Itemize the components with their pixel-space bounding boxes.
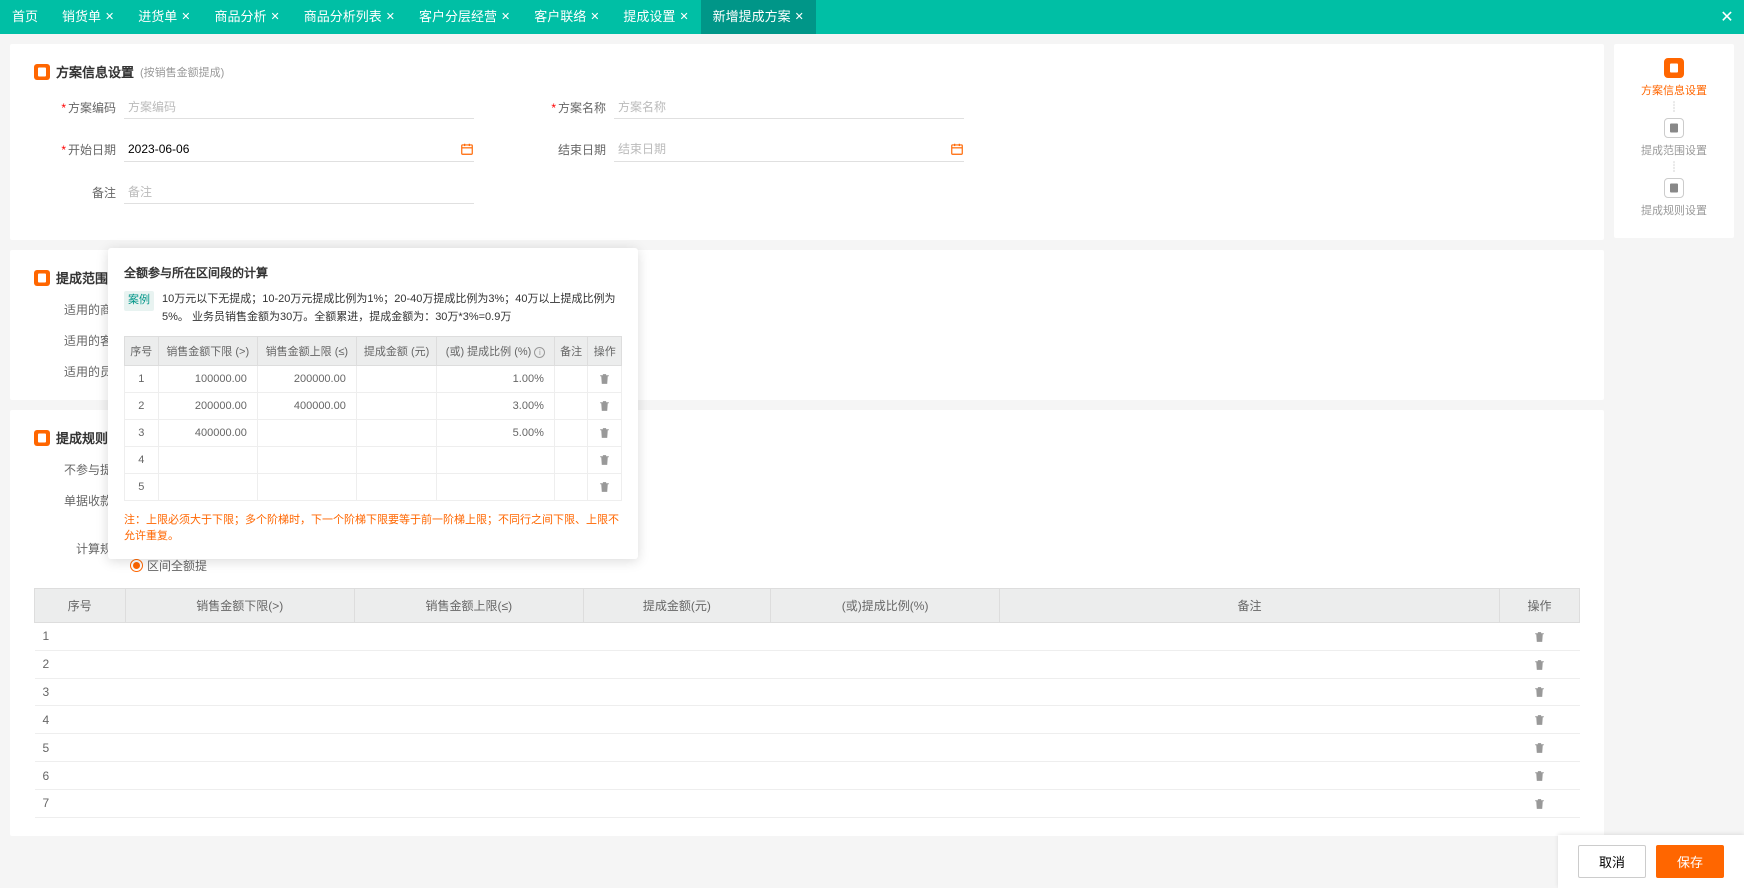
code-label: *方案编码 [34, 99, 124, 116]
delete-icon[interactable] [598, 399, 611, 413]
side-step-2[interactable]: 提成规则设置 [1620, 178, 1728, 218]
tt-row: 1100000.00200000.001.00% [125, 366, 622, 393]
tab-进货单[interactable]: 进货单✕ [126, 0, 202, 34]
delete-icon[interactable] [598, 372, 611, 386]
end-date-label: 结束日期 [524, 141, 614, 158]
table-row[interactable]: 3 [35, 678, 1580, 706]
example-tag: 案例 [124, 291, 154, 311]
side-step-1[interactable]: 提成范围设置 [1620, 118, 1728, 158]
col-header: 备注 [1000, 589, 1500, 623]
tab-close-icon[interactable]: ✕ [386, 0, 395, 34]
nav-icon [1668, 122, 1680, 134]
code-input[interactable] [124, 95, 474, 119]
delete-icon[interactable] [1533, 713, 1546, 727]
delete-icon[interactable] [1533, 769, 1546, 783]
nav-icon [1668, 62, 1680, 74]
table-row[interactable]: 2 [35, 650, 1580, 678]
section-plan-info: 方案信息设置 (按销售金额提成) *方案编码 *方案名称 *开始日期 [10, 44, 1604, 240]
tooltip-table: 序号销售金额下限 (>)销售金额上限 (≤)提成金额 (元)(或) 提成比例 (… [124, 336, 622, 501]
col-header: (或)提成比例(%) [771, 589, 1000, 623]
tab-客户分层经营[interactable]: 客户分层经营✕ [407, 0, 522, 34]
tab-商品分析列表[interactable]: 商品分析列表✕ [292, 0, 407, 34]
section-icon [34, 64, 50, 80]
tt-col-header: 序号 [125, 337, 159, 366]
tt-col-header: 提成金额 (元) [356, 337, 437, 366]
side-nav: 方案信息设置┊提成范围设置┊提成规则设置 [1614, 44, 1734, 238]
section-icon [34, 270, 50, 286]
end-date-input[interactable] [614, 137, 950, 161]
tt-row: 4 [125, 447, 622, 474]
delete-icon[interactable] [1533, 797, 1546, 811]
section-title: 方案信息设置 [56, 62, 134, 81]
remark-input[interactable] [124, 180, 474, 204]
tab-新增提成方案[interactable]: 新增提成方案✕ [701, 0, 816, 34]
table-row[interactable]: 7 [35, 789, 1580, 817]
info-icon[interactable]: i [534, 347, 545, 358]
tab-close-icon[interactable]: ✕ [679, 0, 688, 34]
col-header: 提成金额(元) [583, 589, 771, 623]
cancel-button[interactable]: 取消 [1578, 845, 1646, 878]
tt-row: 2200000.00400000.003.00% [125, 393, 622, 420]
tt-col-header: (或) 提成比例 (%) i [437, 337, 555, 366]
col-header: 操作 [1500, 589, 1580, 623]
section-subtitle: (按销售金额提成) [140, 64, 224, 80]
tab-close-icon[interactable]: ✕ [501, 0, 510, 34]
delete-icon[interactable] [1533, 741, 1546, 755]
tt-col-header: 备注 [554, 337, 588, 366]
tt-col-header: 销售金额下限 (>) [158, 337, 257, 366]
example-tooltip: 全额参与所在区间段的计算 案例 10万元以下无提成；10-20万元提成比例为1%… [108, 248, 638, 559]
tooltip-note: 注：上限必须大于下限；多个阶梯时，下一个阶梯下限要等于前一阶梯上限；不同行之间下… [124, 511, 622, 543]
start-date-input[interactable] [124, 137, 460, 161]
tab-close-icon[interactable]: ✕ [105, 0, 114, 34]
delete-icon[interactable] [598, 480, 611, 494]
radio-区间全额提[interactable]: 区间全额提 [130, 557, 207, 574]
delete-icon[interactable] [598, 453, 611, 467]
side-step-0[interactable]: 方案信息设置 [1620, 58, 1728, 98]
name-input[interactable] [614, 95, 964, 119]
rules-table: 序号销售金额下限(>)销售金额上限(≤)提成金额(元)(或)提成比例(%)备注操… [34, 588, 1580, 818]
calendar-icon[interactable] [460, 142, 474, 156]
tab-close-icon[interactable]: ✕ [271, 0, 280, 34]
tab-首页[interactable]: 首页 [0, 0, 50, 34]
save-button[interactable]: 保存 [1656, 845, 1724, 878]
delete-icon[interactable] [1533, 630, 1546, 644]
table-row[interactable]: 1 [35, 623, 1580, 651]
tab-close-icon[interactable]: ✕ [795, 0, 804, 34]
remark-label: 备注 [34, 184, 124, 201]
name-label: *方案名称 [524, 99, 614, 116]
col-header: 销售金额上限(≤) [355, 589, 584, 623]
col-header: 销售金额下限(>) [125, 589, 355, 623]
tab-close-icon[interactable]: ✕ [181, 0, 190, 34]
tt-row: 3400000.005.00% [125, 420, 622, 447]
col-header: 序号 [35, 589, 126, 623]
start-date-label: *开始日期 [34, 141, 124, 158]
section-icon [34, 430, 50, 446]
close-all-tabs-button[interactable]: ✕ [1710, 0, 1744, 34]
tt-col-header: 销售金额上限 (≤) [257, 337, 356, 366]
table-row[interactable]: 5 [35, 734, 1580, 762]
tab-bar: 首页销货单✕进货单✕商品分析✕商品分析列表✕客户分层经营✕客户联络✕提成设置✕新… [0, 0, 1744, 34]
bottom-bar: 取消 保存 [1558, 835, 1744, 888]
nav-icon [1668, 182, 1680, 194]
delete-icon[interactable] [598, 426, 611, 440]
tab-close-icon[interactable]: ✕ [590, 0, 599, 34]
table-row[interactable]: 6 [35, 762, 1580, 790]
tab-商品分析[interactable]: 商品分析✕ [202, 0, 291, 34]
delete-icon[interactable] [1533, 685, 1546, 699]
delete-icon[interactable] [1533, 658, 1546, 672]
tab-客户联络[interactable]: 客户联络✕ [522, 0, 611, 34]
table-row[interactable]: 4 [35, 706, 1580, 734]
tt-row: 5 [125, 474, 622, 501]
tt-col-header: 操作 [588, 337, 622, 366]
tooltip-title: 全额参与所在区间段的计算 [124, 264, 622, 281]
example-text: 10万元以下无提成；10-20万元提成比例为1%；20-40万提成比例为3%；4… [162, 291, 622, 326]
tab-销货单[interactable]: 销货单✕ [50, 0, 126, 34]
calendar-icon[interactable] [950, 142, 964, 156]
tab-提成设置[interactable]: 提成设置✕ [611, 0, 700, 34]
